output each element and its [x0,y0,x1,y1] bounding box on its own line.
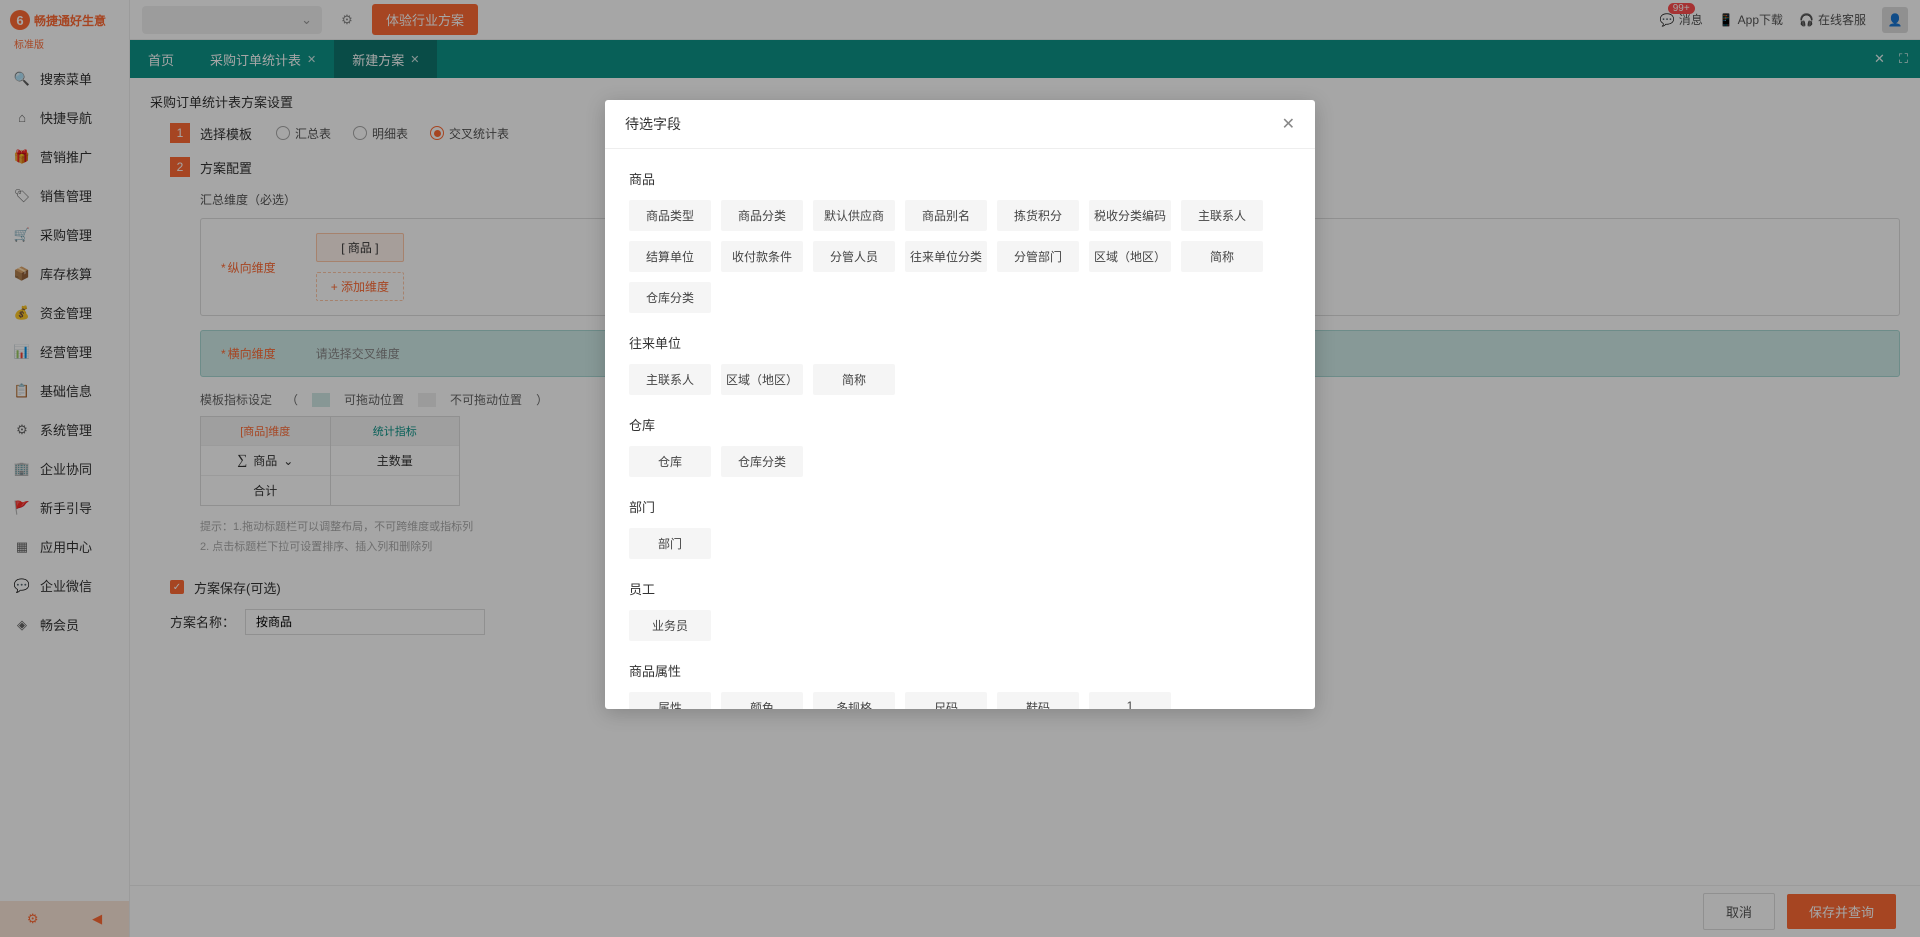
field-group: 仓库仓库仓库分类 [629,415,1291,477]
field-group: 商品属性属性颜色多规格尺码鞋码 1 [629,661,1291,709]
modal-header: 待选字段 ✕ [605,100,1315,149]
field-group-title: 商品 [629,169,1291,188]
field-group-title: 部门 [629,497,1291,516]
field-chip[interactable]: 商品别名 [905,200,987,231]
field-group: 员工业务员 [629,579,1291,641]
field-chip[interactable]: 属性 [629,692,711,709]
field-chip[interactable]: 税收分类编码 [1089,200,1171,231]
field-chip[interactable]: 区域（地区） [721,364,803,395]
modal-title: 待选字段 [625,114,681,134]
field-chip[interactable]: 主联系人 [1181,200,1263,231]
field-chip[interactable]: 颜色 [721,692,803,709]
field-group: 往来单位主联系人区域（地区） 简称 [629,333,1291,395]
modal-close-button[interactable]: ✕ [1282,114,1295,134]
field-chip[interactable]: 业务员 [629,610,711,641]
field-chip[interactable]: 往来单位分类 [905,241,987,272]
field-chip[interactable]: 仓库分类 [629,282,711,313]
field-chip[interactable]: 拣货积分 [997,200,1079,231]
field-group-title: 员工 [629,579,1291,598]
field-group-title: 商品属性 [629,661,1291,680]
field-chip[interactable]: 默认供应商 [813,200,895,231]
field-chip[interactable]: 仓库分类 [721,446,803,477]
field-chip[interactable]: 区域（地区） [1089,241,1171,272]
field-group-title: 仓库 [629,415,1291,434]
field-chip[interactable]: 仓库 [629,446,711,477]
field-chip[interactable]: 鞋码 [997,692,1079,709]
modal-body: 商品商品类型商品分类默认供应商商品别名拣货积分税收分类编码主联系人结算单位收付款… [605,149,1315,709]
field-chip[interactable]: 简称 [813,364,895,395]
field-chip[interactable]: 主联系人 [629,364,711,395]
field-chip[interactable]: 分管人员 [813,241,895,272]
field-chip[interactable]: 多规格 [813,692,895,709]
field-chip[interactable]: 收付款条件 [721,241,803,272]
field-group: 部门部门 [629,497,1291,559]
field-chip[interactable]: 1 [1089,692,1171,709]
field-chip[interactable]: 部门 [629,528,711,559]
field-chip[interactable]: 商品分类 [721,200,803,231]
field-chip[interactable]: 尺码 [905,692,987,709]
field-chip[interactable]: 简称 [1181,241,1263,272]
field-chip[interactable]: 分管部门 [997,241,1079,272]
fields-modal: 待选字段 ✕ 商品商品类型商品分类默认供应商商品别名拣货积分税收分类编码主联系人… [605,100,1315,709]
field-chip[interactable]: 商品类型 [629,200,711,231]
field-chip[interactable]: 结算单位 [629,241,711,272]
field-group: 商品商品类型商品分类默认供应商商品别名拣货积分税收分类编码主联系人结算单位收付款… [629,169,1291,313]
field-group-title: 往来单位 [629,333,1291,352]
